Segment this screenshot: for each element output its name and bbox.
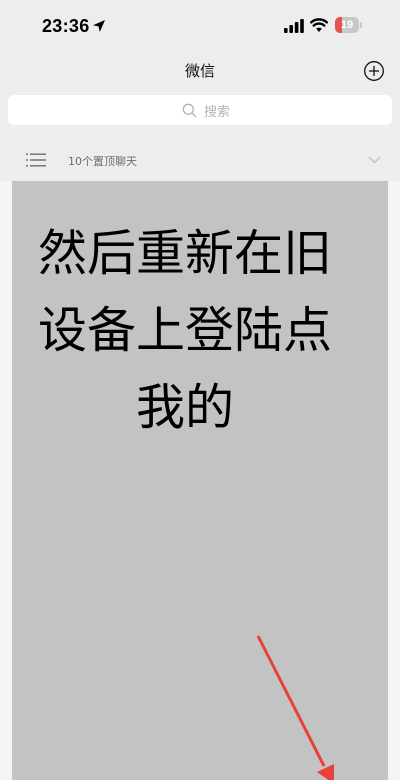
chevron-down-icon[interactable] (368, 155, 381, 165)
search-placeholder: 搜索 (204, 105, 231, 120)
battery-cap (360, 22, 362, 28)
search-icon (182, 103, 197, 118)
location-arrow-icon (93, 20, 105, 32)
wechat-chat-list-screen: 23:36 19 微信 搜索 10个置顶聊天 然后重新在旧 设备上登陆点 我的 (0, 0, 400, 780)
list-icon (26, 153, 46, 167)
cellular-signal-icon (284, 19, 304, 33)
wifi-icon (310, 18, 328, 32)
instruction-line: 设备上登陆点 (37, 302, 332, 359)
instruction-line: 然后重新在旧 (37, 225, 332, 282)
status-time: 23:36 (42, 16, 90, 36)
status-bar: 23:36 19 (0, 0, 400, 54)
plus-circle-icon (364, 61, 384, 81)
battery-icon: 19 (335, 17, 364, 33)
battery-level: 19 (340, 19, 354, 31)
pinned-chats-label: 10个置顶聊天 (68, 155, 137, 168)
search-input[interactable]: 搜索 (8, 95, 392, 125)
page-title: 微信 (184, 62, 215, 80)
pinned-chats-row[interactable]: 10个置顶聊天 (0, 143, 400, 177)
battery-body: 19 (335, 17, 359, 33)
instruction-line: 我的 (135, 379, 234, 436)
add-button[interactable] (363, 60, 385, 82)
instruction-text: 然后重新在旧 设备上登陆点 我的 (25, 215, 345, 446)
